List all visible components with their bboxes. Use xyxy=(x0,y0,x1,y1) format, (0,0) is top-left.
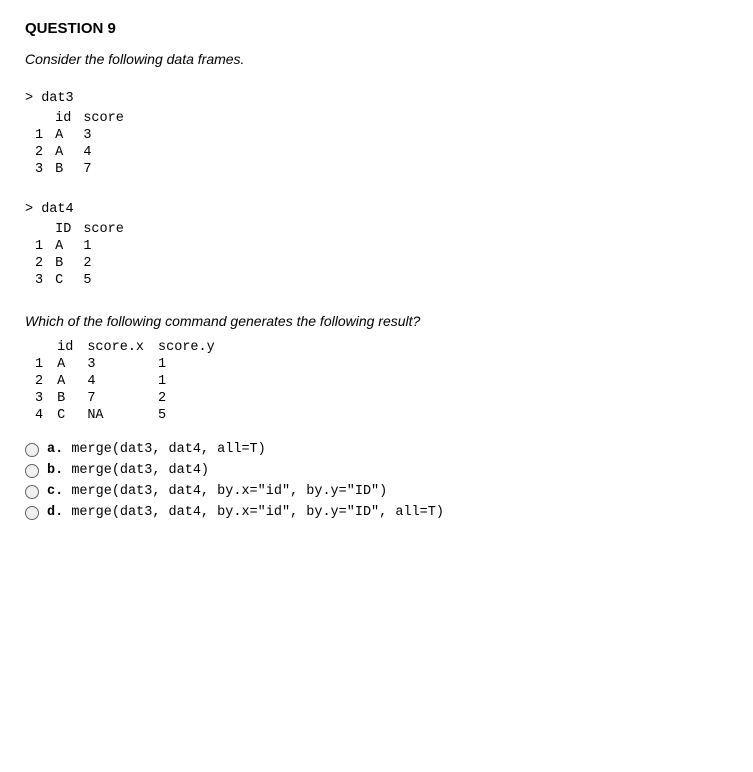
result-r1-scorey: 1 xyxy=(158,356,229,373)
dat3-h1: id xyxy=(55,110,83,127)
dat4-row-3: 3 C 5 xyxy=(35,272,136,289)
dat4-h0 xyxy=(35,221,55,238)
dat3-table: id score 1 A 3 2 A 4 3 B 7 xyxy=(35,110,136,178)
question-text: Which of the following command generates… xyxy=(25,313,728,329)
result-r2-scorex: 4 xyxy=(87,373,158,390)
result-row-3: 3 B 7 2 xyxy=(35,390,229,407)
dat3-block: > dat3 id score 1 A 3 2 A 4 3 B 7 xyxy=(25,91,728,178)
dat3-r3-idx: 3 xyxy=(35,161,55,178)
option-d-text: d. merge(dat3, dat4, by.x="id", by.y="ID… xyxy=(47,505,444,520)
result-header-row: id score.x score.y xyxy=(35,339,229,356)
dat4-block: > dat4 ID score 1 A 1 2 B 2 3 C 5 xyxy=(25,202,728,289)
dat3-header-row: id score xyxy=(35,110,136,127)
dat3-row-3: 3 B 7 xyxy=(35,161,136,178)
result-row-2: 2 A 4 1 xyxy=(35,373,229,390)
result-block: id score.x score.y 1 A 3 1 2 A 4 1 3 B 7… xyxy=(25,339,728,424)
dat3-r2-idx: 2 xyxy=(35,144,55,161)
result-r4-scorex: NA xyxy=(87,407,158,424)
dat3-r2-id: A xyxy=(55,144,83,161)
option-a-radio[interactable] xyxy=(25,443,39,457)
dat4-row-2: 2 B 2 xyxy=(35,255,136,272)
result-row-4: 4 C NA 5 xyxy=(35,407,229,424)
dat4-r1-id: A xyxy=(55,238,83,255)
dat3-r3-id: B xyxy=(55,161,83,178)
option-b-row[interactable]: b. merge(dat3, dat4) xyxy=(25,463,728,478)
dat4-r1-score: 1 xyxy=(83,238,136,255)
question-header: QUESTION 9 xyxy=(25,20,728,37)
result-r3-scorex: 7 xyxy=(87,390,158,407)
option-c-radio[interactable] xyxy=(25,485,39,499)
option-c-label: c. xyxy=(47,484,63,499)
result-r4-id: C xyxy=(57,407,87,424)
result-r2-scorey: 1 xyxy=(158,373,229,390)
dat4-r3-id: C xyxy=(55,272,83,289)
option-d-radio[interactable] xyxy=(25,506,39,520)
result-h1: id xyxy=(57,339,87,356)
option-d-label: d. xyxy=(47,505,63,520)
dat4-header-row: ID score xyxy=(35,221,136,238)
option-a-label: a. xyxy=(47,442,63,457)
option-b-radio[interactable] xyxy=(25,464,39,478)
result-row-1: 1 A 3 1 xyxy=(35,356,229,373)
dat3-r1-id: A xyxy=(55,127,83,144)
dat3-r1-score: 3 xyxy=(83,127,136,144)
option-a-code: merge(dat3, dat4, all=T) xyxy=(71,442,265,457)
option-b-text: b. merge(dat3, dat4) xyxy=(47,463,209,478)
dat4-table: ID score 1 A 1 2 B 2 3 C 5 xyxy=(35,221,136,289)
dat4-r2-id: B xyxy=(55,255,83,272)
result-r1-id: A xyxy=(57,356,87,373)
option-d-row[interactable]: d. merge(dat3, dat4, by.x="id", by.y="ID… xyxy=(25,505,728,520)
result-r4-scorey: 5 xyxy=(158,407,229,424)
options-section: a. merge(dat3, dat4, all=T) b. merge(dat… xyxy=(25,442,728,520)
dat4-prompt: > dat4 xyxy=(25,202,728,217)
dat3-r3-score: 7 xyxy=(83,161,136,178)
dat4-r2-score: 2 xyxy=(83,255,136,272)
result-r3-idx: 3 xyxy=(35,390,57,407)
result-r3-scorey: 2 xyxy=(158,390,229,407)
dat4-h1: ID xyxy=(55,221,83,238)
result-r4-idx: 4 xyxy=(35,407,57,424)
dat4-r1-idx: 1 xyxy=(35,238,55,255)
result-table: id score.x score.y 1 A 3 1 2 A 4 1 3 B 7… xyxy=(35,339,229,424)
option-b-label: b. xyxy=(47,463,63,478)
dat3-r1-idx: 1 xyxy=(35,127,55,144)
intro-text: Consider the following data frames. xyxy=(25,51,728,67)
result-r2-idx: 2 xyxy=(35,373,57,390)
dat3-row-1: 1 A 3 xyxy=(35,127,136,144)
result-r2-id: A xyxy=(57,373,87,390)
dat4-row-1: 1 A 1 xyxy=(35,238,136,255)
dat3-h0 xyxy=(35,110,55,127)
dat4-h2: score xyxy=(83,221,136,238)
result-h3: score.y xyxy=(158,339,229,356)
result-r1-idx: 1 xyxy=(35,356,57,373)
dat3-row-2: 2 A 4 xyxy=(35,144,136,161)
dat4-r3-score: 5 xyxy=(83,272,136,289)
dat4-r3-idx: 3 xyxy=(35,272,55,289)
result-h2: score.x xyxy=(87,339,158,356)
dat3-prompt: > dat3 xyxy=(25,91,728,106)
dat3-r2-score: 4 xyxy=(83,144,136,161)
option-a-row[interactable]: a. merge(dat3, dat4, all=T) xyxy=(25,442,728,457)
result-h0 xyxy=(35,339,57,356)
option-c-row[interactable]: c. merge(dat3, dat4, by.x="id", by.y="ID… xyxy=(25,484,728,499)
option-b-code: merge(dat3, dat4) xyxy=(71,463,209,478)
result-r3-id: B xyxy=(57,390,87,407)
result-r1-scorex: 3 xyxy=(87,356,158,373)
dat4-r2-idx: 2 xyxy=(35,255,55,272)
option-c-text: c. merge(dat3, dat4, by.x="id", by.y="ID… xyxy=(47,484,387,499)
option-d-code: merge(dat3, dat4, by.x="id", by.y="ID", … xyxy=(71,505,444,520)
option-a-text: a. merge(dat3, dat4, all=T) xyxy=(47,442,266,457)
dat3-h2: score xyxy=(83,110,136,127)
option-c-code: merge(dat3, dat4, by.x="id", by.y="ID") xyxy=(71,484,387,499)
